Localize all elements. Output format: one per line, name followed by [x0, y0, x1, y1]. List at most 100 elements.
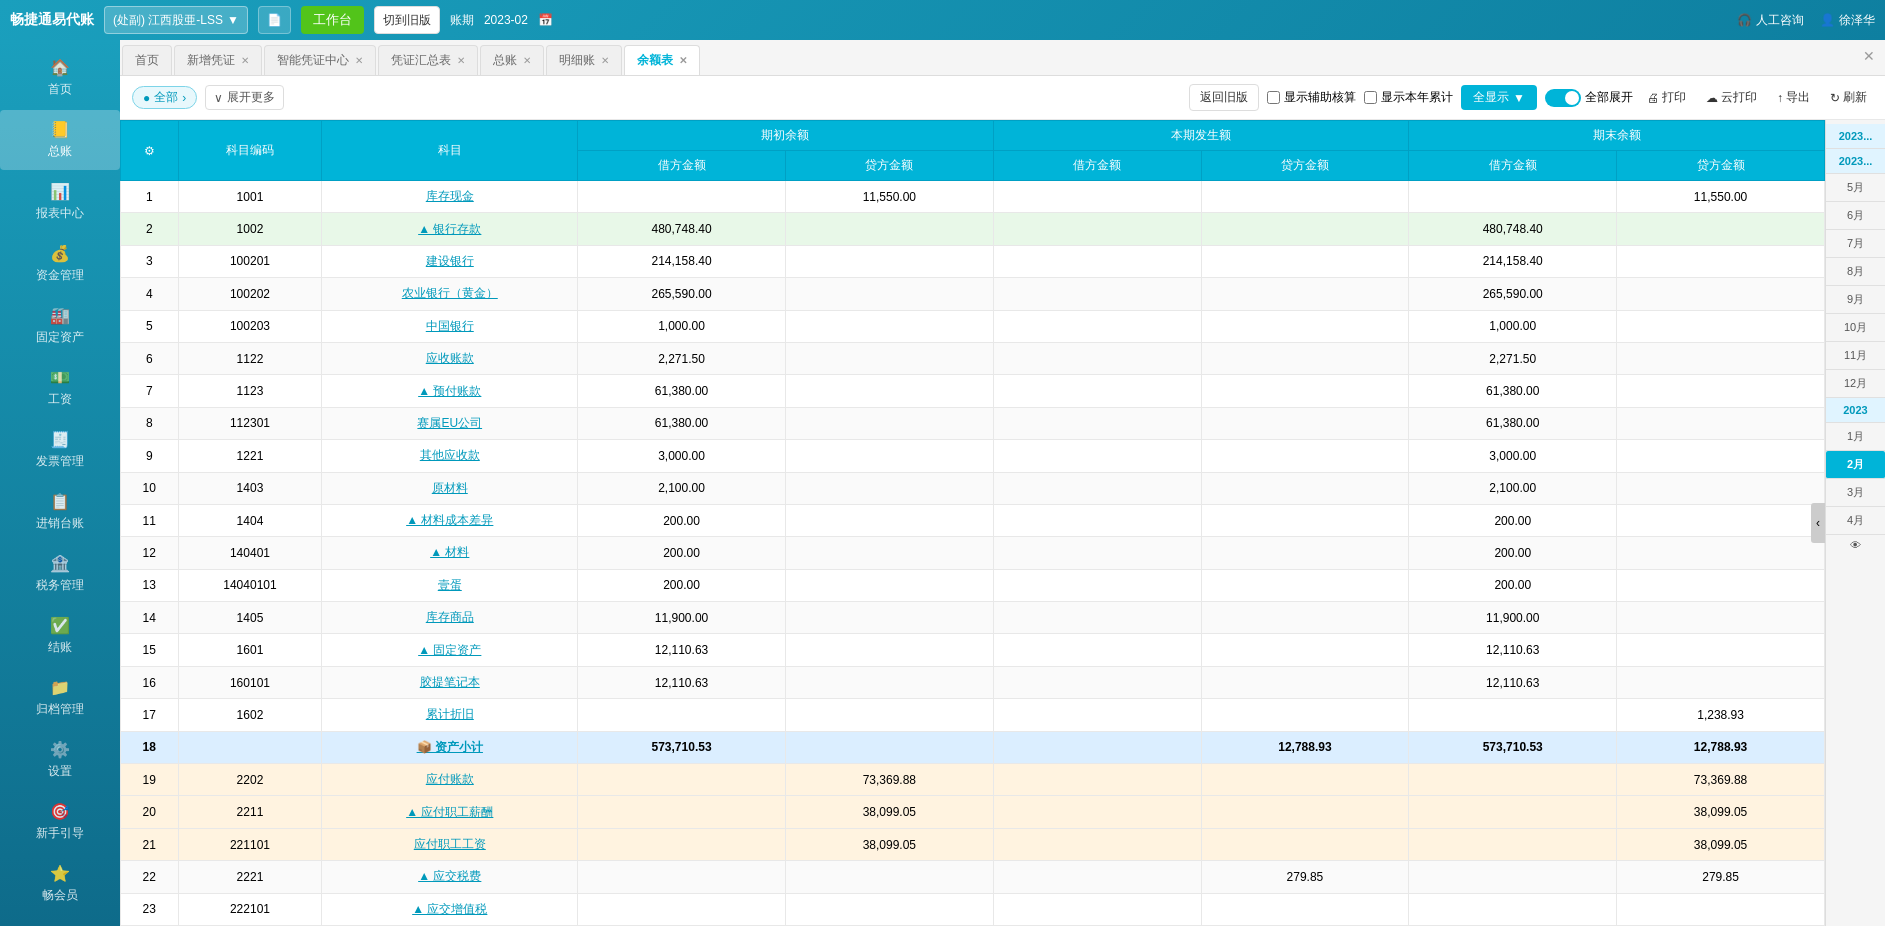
year-2023-prev[interactable]: 2023...	[1826, 124, 1885, 149]
row-name[interactable]: 📦 资产小计	[322, 731, 578, 763]
row-name[interactable]: ▲ 应付职工薪酬	[322, 796, 578, 828]
row-name[interactable]: ▲ 材料成本差异	[322, 504, 578, 536]
month-7[interactable]: 7月	[1826, 230, 1885, 258]
eb-debit: 61,380.00	[1409, 375, 1617, 407]
row-name[interactable]: 应付账款	[322, 764, 578, 796]
month-11[interactable]: 11月	[1826, 342, 1885, 370]
row-name[interactable]: 中国银行	[322, 310, 578, 342]
sidebar-item-salary[interactable]: 💵 工资	[0, 358, 120, 418]
tab-general-ledger[interactable]: 总账 ✕	[480, 45, 544, 75]
sidebar-item-member[interactable]: ⭐ 畅会员	[0, 854, 120, 914]
filter-tag[interactable]: ● 全部 ›	[132, 86, 197, 109]
month-6[interactable]: 6月	[1826, 202, 1885, 230]
row-name[interactable]: ▲ 固定资产	[322, 634, 578, 666]
show-ytd-checkbox[interactable]: 显示本年累计	[1364, 89, 1453, 106]
pb-credit	[785, 213, 993, 245]
month-8[interactable]: 8月	[1826, 258, 1885, 286]
close-icon[interactable]: ✕	[241, 55, 249, 66]
row-name[interactable]: 应付职工工资	[322, 828, 578, 860]
row-name[interactable]: ▲ 预付账款	[322, 375, 578, 407]
month-12[interactable]: 12月	[1826, 370, 1885, 398]
expand-button[interactable]: ∨ 展开更多	[205, 85, 284, 110]
sidebar-item-home[interactable]: 🏠 首页	[0, 48, 120, 108]
document-icon-btn[interactable]: 📄	[258, 6, 291, 34]
row-name[interactable]: 其他应收款	[322, 440, 578, 472]
settings-header[interactable]: ⚙	[121, 121, 179, 181]
month-2-active[interactable]: 2月	[1826, 451, 1885, 479]
sidebar-item-invoice[interactable]: 🧾 发票管理	[0, 420, 120, 480]
close-icon[interactable]: ✕	[679, 55, 687, 66]
sidebar-item-tax[interactable]: 🏦 税务管理	[0, 544, 120, 604]
row-name[interactable]: 农业银行（黄金）	[322, 278, 578, 310]
row-name[interactable]: 库存商品	[322, 602, 578, 634]
close-icon[interactable]: ✕	[457, 55, 465, 66]
row-code: 1405	[178, 602, 322, 634]
year-2023[interactable]: 2023...	[1826, 149, 1885, 174]
eb-credit	[1617, 213, 1825, 245]
print-button[interactable]: 🖨 打印	[1641, 85, 1692, 110]
month-9[interactable]: 9月	[1826, 286, 1885, 314]
full-mode-button[interactable]: 全显示 ▼	[1461, 85, 1537, 110]
tab-smart-voucher[interactable]: 智能凭证中心 ✕	[264, 45, 376, 75]
row-name[interactable]: 胶提笔记本	[322, 666, 578, 698]
row-name[interactable]: 应收账款	[322, 342, 578, 374]
sidebar-item-assets[interactable]: 🏭 固定资产	[0, 296, 120, 356]
row-name[interactable]: 赛属EU公司	[322, 407, 578, 439]
refresh-button[interactable]: ↻ 刷新	[1824, 85, 1873, 110]
sidebar-item-settlement[interactable]: ✅ 结账	[0, 606, 120, 666]
pb-credit: 38,099.05	[785, 828, 993, 860]
sidebar-item-purchase[interactable]: 📋 进销台账	[0, 482, 120, 542]
cloud-print-button[interactable]: ☁ 云打印	[1700, 85, 1763, 110]
workbench-button[interactable]: 工作台	[301, 6, 364, 34]
pb-credit-header: 贷方金额	[785, 151, 993, 181]
sidebar-item-ledger[interactable]: 📒 总账	[0, 110, 120, 170]
eb-credit	[1617, 537, 1825, 569]
toggle-track[interactable]	[1545, 89, 1581, 107]
unpin-button[interactable]: 📌 取消固定	[0, 916, 120, 926]
month-4[interactable]: 4月	[1826, 507, 1885, 535]
month-1[interactable]: 1月	[1826, 423, 1885, 451]
month-10[interactable]: 10月	[1826, 314, 1885, 342]
close-icon[interactable]: ✕	[601, 55, 609, 66]
return-old-version-button[interactable]: 返回旧版	[1189, 84, 1259, 111]
tab-home[interactable]: 首页	[122, 45, 172, 75]
row-name[interactable]: 建设银行	[322, 245, 578, 277]
row-name[interactable]: 库存现金	[322, 181, 578, 213]
sidebar-item-settings[interactable]: ⚙️ 设置	[0, 730, 120, 790]
table-row: 151601▲ 固定资产12,110.6312,110.63	[121, 634, 1825, 666]
row-name[interactable]: ▲ 银行存款	[322, 213, 578, 245]
close-icon[interactable]: ✕	[355, 55, 363, 66]
row-name[interactable]: 原材料	[322, 472, 578, 504]
sidebar-item-newbie[interactable]: 🎯 新手引导	[0, 792, 120, 852]
tab-new-voucher[interactable]: 新增凭证 ✕	[174, 45, 262, 75]
sidebar-item-capital[interactable]: 💰 资金管理	[0, 234, 120, 294]
show-auxiliary-checkbox[interactable]: 显示辅助核算	[1267, 89, 1356, 106]
row-name[interactable]: ▲ 材料	[322, 537, 578, 569]
month-5[interactable]: 5月	[1826, 174, 1885, 202]
tab-voucher-summary[interactable]: 凭证汇总表 ✕	[378, 45, 478, 75]
switch-version-button[interactable]: 切到旧版	[374, 6, 440, 34]
export-button[interactable]: ↑ 导出	[1771, 85, 1816, 110]
sidebar-item-archive[interactable]: 📁 归档管理	[0, 668, 120, 728]
close-icon[interactable]: ✕	[523, 55, 531, 66]
close-all-tabs-button[interactable]: ✕	[1863, 48, 1875, 64]
row-name[interactable]: ▲ 应交增值税	[322, 893, 578, 925]
user-menu[interactable]: 👤 徐泽华	[1820, 12, 1875, 29]
eb-debit: 265,590.00	[1409, 278, 1617, 310]
panel-toggle-button[interactable]: ‹	[1811, 503, 1825, 543]
month-3[interactable]: 3月	[1826, 479, 1885, 507]
row-name[interactable]: ▲ 应交税费	[322, 861, 578, 893]
table-row: 12140401▲ 材料200.00200.00	[121, 537, 1825, 569]
company-selector[interactable]: (处副) 江西股亜-LSS ▼	[104, 6, 248, 34]
tab-detail-ledger[interactable]: 明细账 ✕	[546, 45, 622, 75]
pb-credit	[785, 569, 993, 601]
consult-button[interactable]: 🎧 人工咨询	[1737, 12, 1804, 29]
sidebar-item-reports[interactable]: 📊 报表中心	[0, 172, 120, 232]
eb-credit: 38,099.05	[1617, 828, 1825, 860]
row-index: 6	[121, 342, 179, 374]
row-name[interactable]: 累计折旧	[322, 699, 578, 731]
row-name[interactable]: 壹蛋	[322, 569, 578, 601]
tab-balance-sheet[interactable]: 余额表 ✕	[624, 45, 700, 75]
pb-credit	[785, 407, 993, 439]
expand-all-toggle[interactable]: 全部展开	[1545, 89, 1633, 107]
